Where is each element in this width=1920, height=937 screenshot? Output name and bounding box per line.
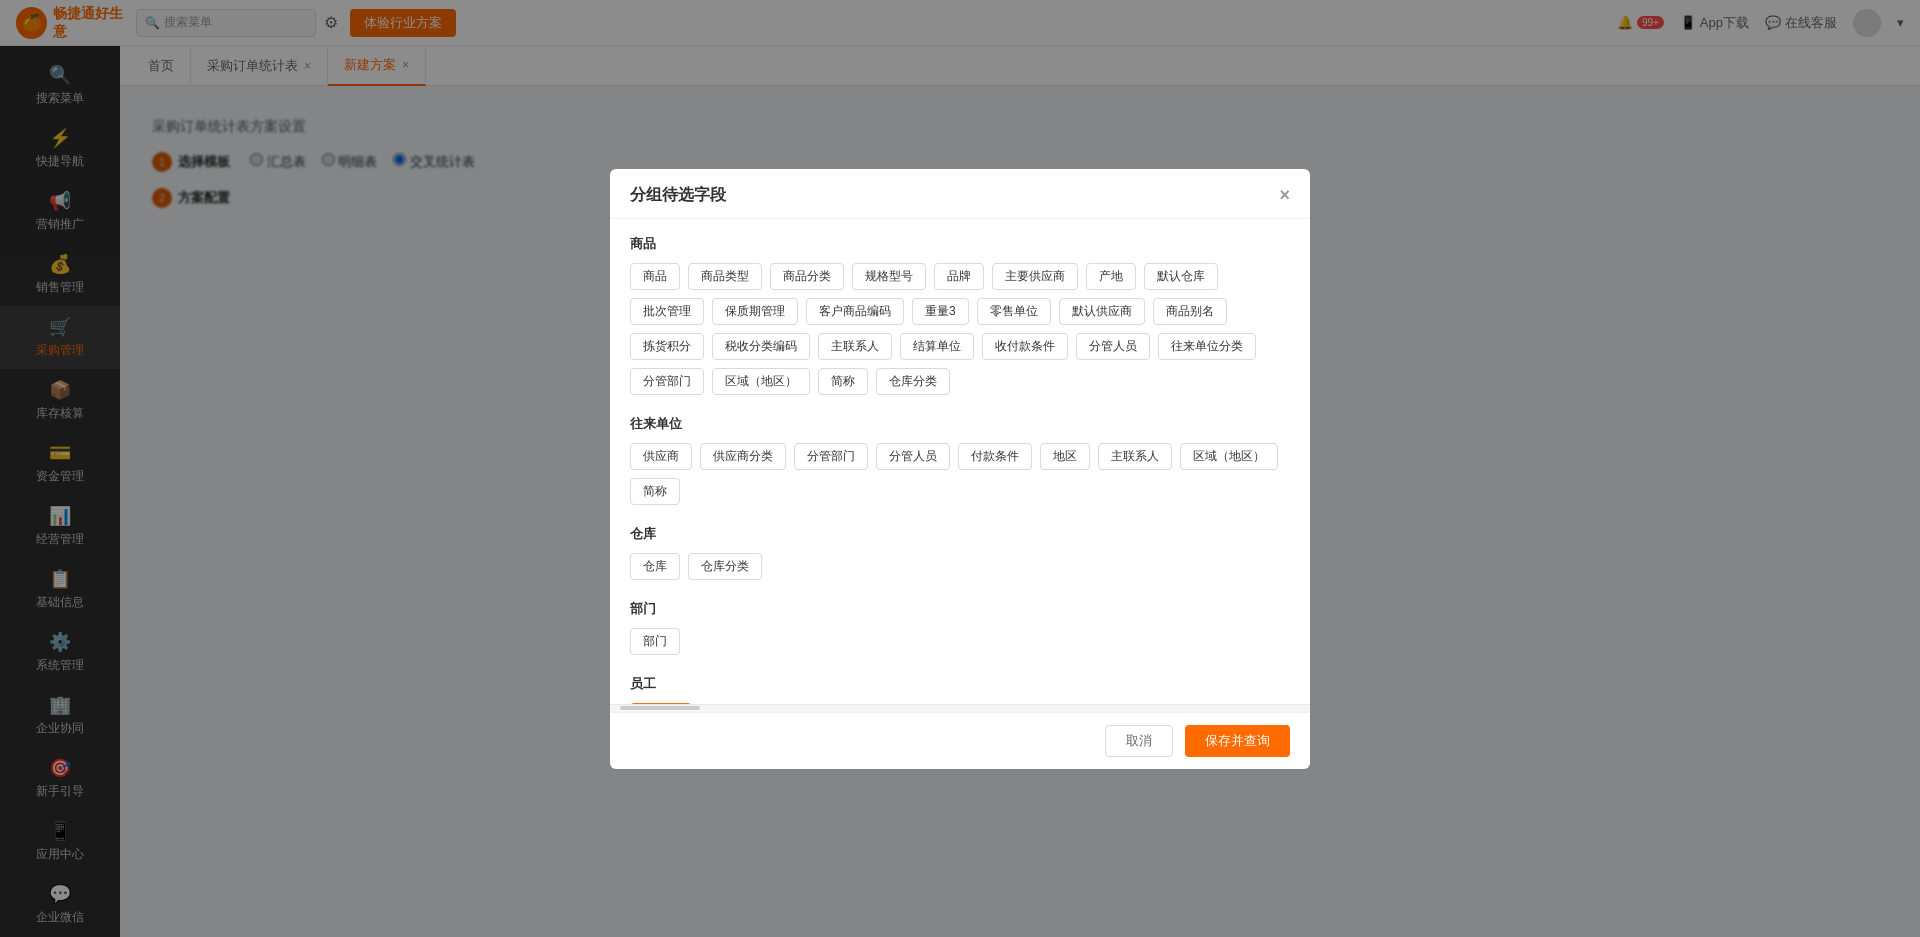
department-fields: 部门 <box>630 628 1290 655</box>
field-tag[interactable]: 批次管理 <box>630 298 704 325</box>
field-tag[interactable]: 重量3 <box>912 298 969 325</box>
field-tag[interactable]: 简称 <box>818 368 868 395</box>
field-tag[interactable]: 商品别名 <box>1153 298 1227 325</box>
cancel-button[interactable]: 取消 <box>1105 725 1173 757</box>
modal-dialog: 分组待选字段 × 商品 商品 商品类型 商品分类 规格型号 品牌 主要供应商 产… <box>610 169 1310 769</box>
field-tag[interactable]: 简称 <box>630 478 680 505</box>
field-tag[interactable]: 默认仓库 <box>1144 263 1218 290</box>
modal-horizontal-scrollbar[interactable] <box>610 704 1310 712</box>
field-tag[interactable]: 付款条件 <box>958 443 1032 470</box>
field-tag[interactable]: 地区 <box>1040 443 1090 470</box>
field-tag[interactable]: 供应商 <box>630 443 692 470</box>
section-department: 部门 部门 <box>630 600 1290 655</box>
field-tag[interactable]: 分管部门 <box>794 443 868 470</box>
section-employee: 员工 业务员 <box>630 675 1290 704</box>
modal-body: 商品 商品 商品类型 商品分类 规格型号 品牌 主要供应商 产地 默认仓库 批次… <box>610 219 1310 704</box>
field-tag[interactable]: 仓库分类 <box>688 553 762 580</box>
field-tag[interactable]: 部门 <box>630 628 680 655</box>
modal-title: 分组待选字段 <box>630 185 726 206</box>
section-product: 商品 商品 商品类型 商品分类 规格型号 品牌 主要供应商 产地 默认仓库 批次… <box>630 235 1290 395</box>
modal-header: 分组待选字段 × <box>610 169 1310 219</box>
field-tag[interactable]: 主联系人 <box>818 333 892 360</box>
section-partner-title: 往来单位 <box>630 415 1290 433</box>
section-product-title: 商品 <box>630 235 1290 253</box>
field-tag[interactable]: 商品类型 <box>688 263 762 290</box>
field-tag[interactable]: 商品分类 <box>770 263 844 290</box>
field-tag[interactable]: 产地 <box>1086 263 1136 290</box>
field-tag[interactable]: 客户商品编码 <box>806 298 904 325</box>
field-tag[interactable]: 零售单位 <box>977 298 1051 325</box>
field-tag[interactable]: 区域（地区） <box>712 368 810 395</box>
field-tag[interactable]: 分管部门 <box>630 368 704 395</box>
field-tag[interactable]: 商品 <box>630 263 680 290</box>
modal-overlay: 分组待选字段 × 商品 商品 商品类型 商品分类 规格型号 品牌 主要供应商 产… <box>0 0 1920 937</box>
field-tag[interactable]: 分管人员 <box>1076 333 1150 360</box>
section-employee-title: 员工 <box>630 675 1290 693</box>
section-warehouse: 仓库 仓库 仓库分类 <box>630 525 1290 580</box>
field-tag[interactable]: 品牌 <box>934 263 984 290</box>
section-department-title: 部门 <box>630 600 1290 618</box>
product-fields: 商品 商品类型 商品分类 规格型号 品牌 主要供应商 产地 默认仓库 批次管理 … <box>630 263 1290 395</box>
field-tag[interactable]: 税收分类编码 <box>712 333 810 360</box>
confirm-button[interactable]: 保存并查询 <box>1185 725 1290 757</box>
field-tag[interactable]: 默认供应商 <box>1059 298 1145 325</box>
warehouse-fields: 仓库 仓库分类 <box>630 553 1290 580</box>
section-partner: 往来单位 供应商 供应商分类 分管部门 分管人员 付款条件 地区 主联系人 区域… <box>630 415 1290 505</box>
field-tag[interactable]: 往来单位分类 <box>1158 333 1256 360</box>
field-tag[interactable]: 保质期管理 <box>712 298 798 325</box>
field-tag[interactable]: 收付款条件 <box>982 333 1068 360</box>
modal-close-btn[interactable]: × <box>1279 185 1290 206</box>
partner-fields: 供应商 供应商分类 分管部门 分管人员 付款条件 地区 主联系人 区域（地区） … <box>630 443 1290 505</box>
field-tag[interactable]: 拣货积分 <box>630 333 704 360</box>
field-tag[interactable]: 仓库分类 <box>876 368 950 395</box>
field-tag[interactable]: 规格型号 <box>852 263 926 290</box>
field-tag[interactable]: 区域（地区） <box>1180 443 1278 470</box>
field-tag[interactable]: 分管人员 <box>876 443 950 470</box>
section-warehouse-title: 仓库 <box>630 525 1290 543</box>
field-tag[interactable]: 主要供应商 <box>992 263 1078 290</box>
field-tag[interactable]: 供应商分类 <box>700 443 786 470</box>
modal-footer: 取消 保存并查询 <box>610 712 1310 769</box>
field-tag[interactable]: 主联系人 <box>1098 443 1172 470</box>
field-tag[interactable]: 仓库 <box>630 553 680 580</box>
field-tag[interactable]: 结算单位 <box>900 333 974 360</box>
